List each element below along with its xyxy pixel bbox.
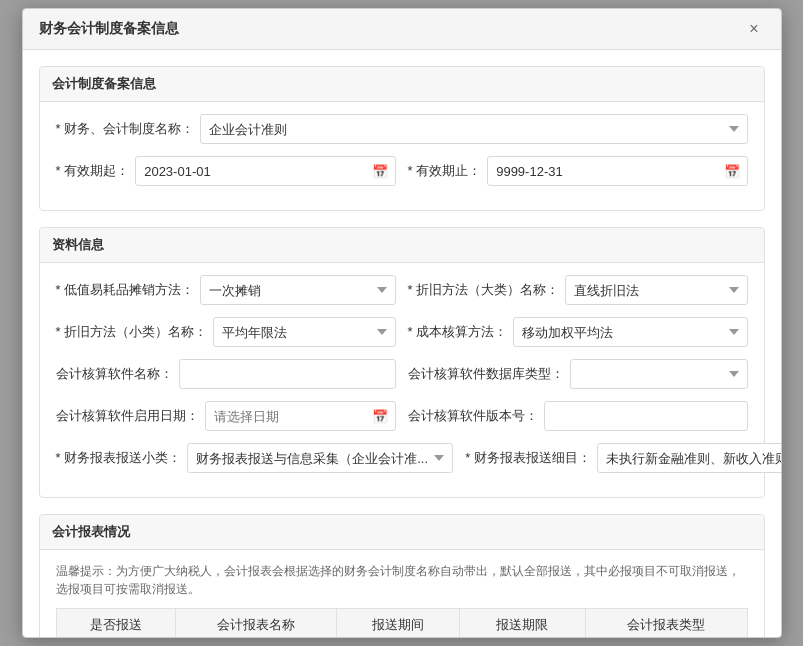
report-small-select[interactable]: 财务报表报送与信息采集（企业会计准... (187, 443, 453, 473)
section-archive-body: * 财务、会计制度名称： 企业会计准则 * 有效期起： 📅 (40, 102, 764, 210)
low-value-label: * 低值易耗品摊销方法： (56, 281, 195, 299)
group-software-name: 会计核算软件名称： (56, 359, 396, 389)
section-report-header: 会计报表情况 (40, 515, 764, 550)
col-header-name: 会计报表名称 (175, 609, 337, 639)
table-notice: 温馨提示：为方便广大纳税人，会计报表会根据选择的财务会计制度名称自动带出，默认全… (56, 562, 748, 598)
section-archive-info: 会计制度备案信息 * 财务、会计制度名称： 企业会计准则 (39, 66, 765, 211)
row-software-name: 会计核算软件名称： 会计核算软件数据库类型： (56, 359, 748, 389)
valid-from-input[interactable] (135, 156, 395, 186)
valid-to-wrap: 📅 (487, 156, 747, 186)
group-depreciation-large: * 折旧方法（大类）名称： 直线折旧法 (408, 275, 748, 305)
table-header-row: 是否报送 会计报表名称 报送期间 报送期限 会计报表类型 (56, 609, 747, 639)
modal-title: 财务会计制度备案信息 (39, 20, 179, 38)
system-name-label: * 财务、会计制度名称： (56, 120, 195, 138)
modal-header: 财务会计制度备案信息 × (23, 9, 781, 50)
software-name-input[interactable] (179, 359, 396, 389)
close-button[interactable]: × (743, 19, 764, 39)
depreciation-large-label: * 折旧方法（大类）名称： (408, 281, 560, 299)
valid-to-label: * 有效期止： (408, 162, 482, 180)
group-depreciation-small: * 折旧方法（小类）名称： 平均年限法 (56, 317, 396, 347)
depreciation-small-label: * 折旧方法（小类）名称： (56, 323, 208, 341)
row-validity: * 有效期起： 📅 * 有效期止： 📅 (56, 156, 748, 186)
software-version-label: 会计核算软件版本号： (408, 407, 538, 425)
row-software-date: 会计核算软件启用日期： 📅 会计核算软件版本号： (56, 401, 748, 431)
col-header-deadline: 报送期限 (459, 609, 585, 639)
modal-overlay: 财务会计制度备案信息 × 会计制度备案信息 * 财务、会计制度名称： 企业会计准… (0, 0, 803, 646)
group-report-detail: * 财务报表报送细目： 未执行新金融准则、新收入准则和新租... (465, 443, 781, 473)
software-name-label: 会计核算软件名称： (56, 365, 173, 383)
group-low-value: * 低值易耗品摊销方法： 一次摊销 (56, 275, 396, 305)
group-software-version: 会计核算软件版本号： (408, 401, 748, 431)
row-low-value: * 低值易耗品摊销方法： 一次摊销 * 折旧方法（大类）名称： 直线折旧法 (56, 275, 748, 305)
valid-from-wrap: 📅 (135, 156, 395, 186)
depreciation-small-select[interactable]: 平均年限法 (213, 317, 395, 347)
group-software-date: 会计核算软件启用日期： 📅 (56, 401, 396, 431)
depreciation-large-select[interactable]: 直线折旧法 (565, 275, 747, 305)
section-archive-header: 会计制度备案信息 (40, 67, 764, 102)
modal-dialog: 财务会计制度备案信息 × 会计制度备案信息 * 财务、会计制度名称： 企业会计准… (22, 8, 782, 638)
col-header-type: 会计报表类型 (585, 609, 747, 639)
software-date-label: 会计核算软件启用日期： (56, 407, 199, 425)
section-report-status: 会计报表情况 温馨提示：为方便广大纳税人，会计报表会根据选择的财务会计制度名称自… (39, 514, 765, 638)
section-material-body: * 低值易耗品摊销方法： 一次摊销 * 折旧方法（大类）名称： 直线折旧法 (40, 263, 764, 497)
row-system-name: * 财务、会计制度名称： 企业会计准则 (56, 114, 748, 144)
software-db-select[interactable] (570, 359, 748, 389)
cost-select[interactable]: 移动加权平均法 (513, 317, 747, 347)
section-material-info: 资料信息 * 低值易耗品摊销方法： 一次摊销 * 折旧方法（大类）名称： (39, 227, 765, 498)
system-name-select[interactable]: 企业会计准则 (200, 114, 747, 144)
cost-label: * 成本核算方法： (408, 323, 508, 341)
report-detail-select[interactable]: 未执行新金融准则、新收入准则和新租... (597, 443, 782, 473)
group-report-small: * 财务报表报送小类： 财务报表报送与信息采集（企业会计准... (56, 443, 454, 473)
row-report: * 财务报表报送小类： 财务报表报送与信息采集（企业会计准... * 财务报表报… (56, 443, 748, 473)
row-depreciation-small: * 折旧方法（小类）名称： 平均年限法 * 成本核算方法： 移动加权平均法 (56, 317, 748, 347)
group-system-name: * 财务、会计制度名称： 企业会计准则 (56, 114, 748, 144)
software-db-label: 会计核算软件数据库类型： (408, 365, 564, 383)
low-value-select[interactable]: 一次摊销 (200, 275, 395, 305)
report-table: 是否报送 会计报表名称 报送期间 报送期限 会计报表类型 (56, 608, 748, 638)
valid-to-input[interactable] (487, 156, 747, 186)
group-software-db: 会计核算软件数据库类型： (408, 359, 748, 389)
valid-from-label: * 有效期起： (56, 162, 130, 180)
col-header-period: 报送期间 (337, 609, 460, 639)
section-material-header: 资料信息 (40, 228, 764, 263)
col-header-submit: 是否报送 (56, 609, 175, 639)
report-detail-label: * 财务报表报送细目： (465, 449, 591, 467)
group-valid-from: * 有效期起： 📅 (56, 156, 396, 186)
group-cost: * 成本核算方法： 移动加权平均法 (408, 317, 748, 347)
modal-body: 会计制度备案信息 * 财务、会计制度名称： 企业会计准则 (23, 50, 781, 638)
software-date-input[interactable] (205, 401, 396, 431)
group-valid-to: * 有效期止： 📅 (408, 156, 748, 186)
software-date-wrap: 📅 (205, 401, 396, 431)
report-small-label: * 财务报表报送小类： (56, 449, 182, 467)
software-version-input[interactable] (544, 401, 748, 431)
table-head: 是否报送 会计报表名称 报送期间 报送期限 会计报表类型 (56, 609, 747, 639)
section-report-body: 温馨提示：为方便广大纳税人，会计报表会根据选择的财务会计制度名称自动带出，默认全… (40, 550, 764, 638)
